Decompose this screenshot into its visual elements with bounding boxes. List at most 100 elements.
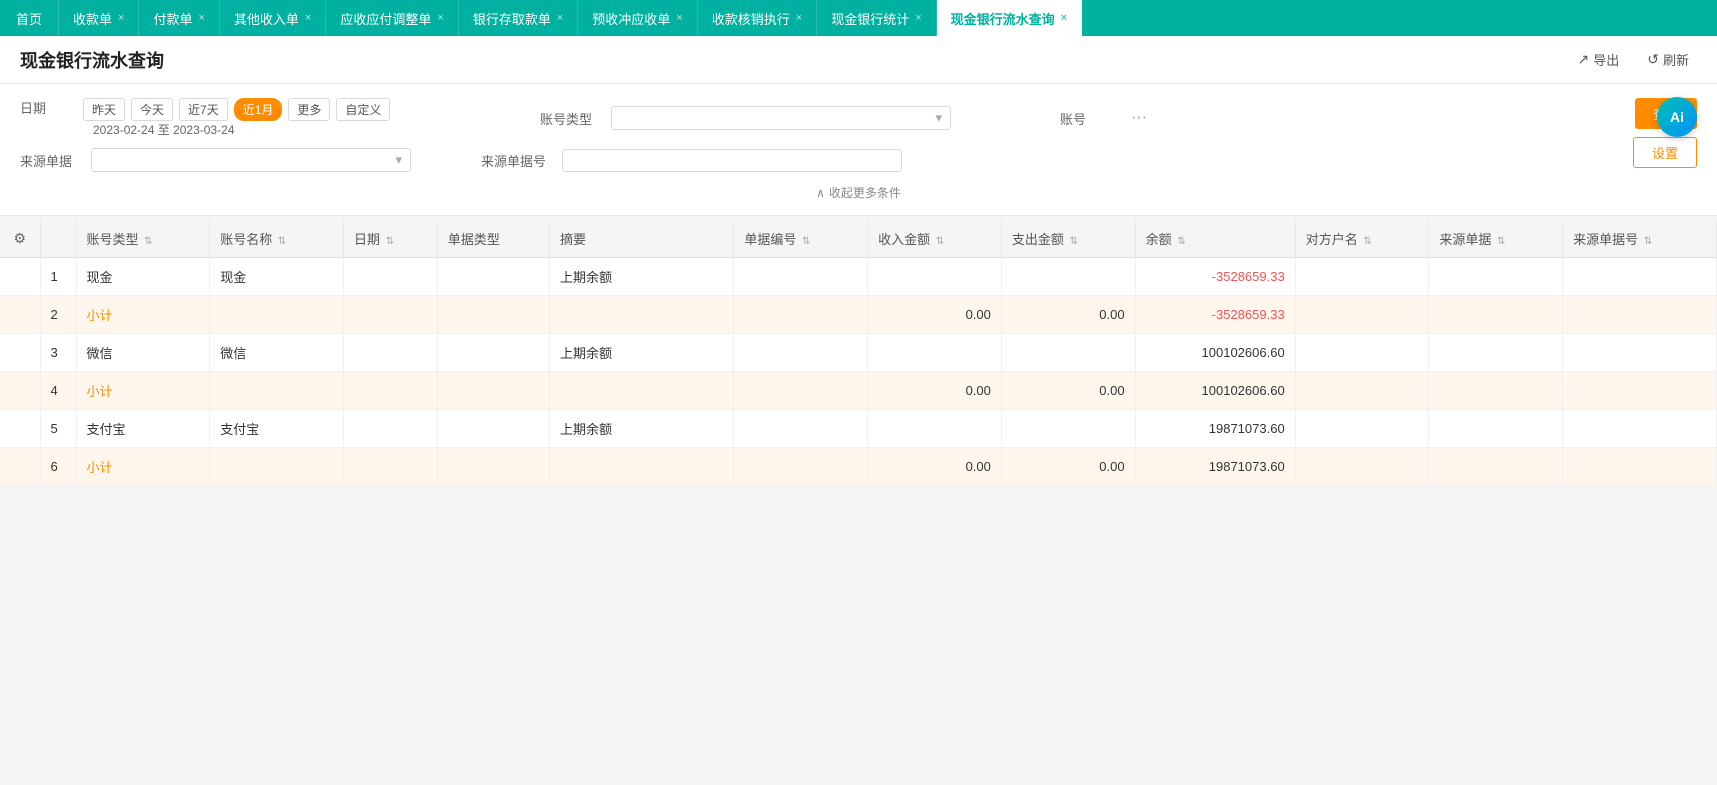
chevron-down-icon-2: ▾ <box>395 152 402 168</box>
table-body: 1 现金 现金 上期余额 -3528659.33 2 小计 0.00 0.00 … <box>0 258 1717 486</box>
table-row: 3 微信 微信 上期余额 100102606.60 <box>0 334 1717 372</box>
sort-icon-expense: ⇅ <box>1070 236 1078 247</box>
table-header-row: ⚙ 账号类型 ⇅ 账号名称 ⇅ 日期 ⇅ 单据类型 摘要 单据编号 ⇅ 收入金额… <box>0 220 1717 258</box>
cell-no: 3 <box>40 334 76 372</box>
table-row: 1 现金 现金 上期余额 -3528659.33 <box>0 258 1717 296</box>
col-income[interactable]: 收入金额 ⇅ <box>868 220 1002 258</box>
nav-item-4[interactable]: 银行存取款单 × <box>459 0 578 36</box>
col-gear[interactable]: ⚙ <box>0 220 40 258</box>
nav-item-3[interactable]: 应收应付调整单 × <box>326 0 458 36</box>
export-button[interactable]: ↗ 导出 <box>1570 46 1628 73</box>
date-today[interactable]: 今天 <box>131 98 173 121</box>
ai-badge[interactable]: Ai <box>1657 97 1697 137</box>
col-expense[interactable]: 支出金额 ⇅ <box>1001 220 1135 258</box>
account-type-select[interactable]: ▾ <box>611 106 951 130</box>
date-7days[interactable]: 近7天 <box>179 98 228 121</box>
col-summary[interactable]: 摘要 <box>549 220 733 258</box>
collapse-bar[interactable]: ∧ 收起更多条件 <box>20 180 1697 209</box>
col-source-doc-no[interactable]: 来源单据号 ⇅ <box>1563 220 1717 258</box>
close-icon-7[interactable]: × <box>915 12 921 24</box>
table-row: 6 小计 0.00 0.00 19871073.60 <box>0 448 1717 486</box>
cell-date <box>343 448 437 486</box>
source-doc-no-input[interactable] <box>562 149 902 172</box>
cell-gear <box>0 372 40 410</box>
cell-source-doc-no <box>1563 448 1717 486</box>
date-1month[interactable]: 近1月 <box>234 98 283 121</box>
cell-income: 0.00 <box>868 296 1002 334</box>
cell-expense: 0.00 <box>1001 448 1135 486</box>
col-doc-no[interactable]: 单据编号 ⇅ <box>734 220 868 258</box>
cell-summary <box>549 296 733 334</box>
date-custom[interactable]: 自定义 <box>336 98 390 121</box>
nav-item-0[interactable]: 收款单 × <box>59 0 139 36</box>
cell-balance: 100102606.60 <box>1135 372 1295 410</box>
cell-account-name: 现金 <box>210 258 344 296</box>
date-yesterday[interactable]: 昨天 <box>83 98 125 121</box>
nav-item-6[interactable]: 收款核销执行 × <box>698 0 817 36</box>
close-icon-8[interactable]: × <box>1061 12 1067 24</box>
sort-icon-source-doc: ⇅ <box>1497 236 1505 247</box>
source-doc-label: 来源单据 <box>20 151 75 170</box>
cell-income: 0.00 <box>868 448 1002 486</box>
col-balance[interactable]: 余额 ⇅ <box>1135 220 1295 258</box>
col-account-name[interactable]: 账号名称 ⇅ <box>210 220 344 258</box>
cell-date <box>343 372 437 410</box>
cell-balance: -3528659.33 <box>1135 258 1295 296</box>
nav-item-8[interactable]: 现金银行流水查询 × <box>937 0 1082 36</box>
col-account-type[interactable]: 账号类型 ⇅ <box>76 220 210 258</box>
date-more[interactable]: 更多 <box>288 98 330 121</box>
table-container: ⚙ 账号类型 ⇅ 账号名称 ⇅ 日期 ⇅ 单据类型 摘要 单据编号 ⇅ 收入金额… <box>0 220 1717 486</box>
nav-home[interactable]: 首页 <box>0 0 59 36</box>
gear-icon: ⚙ <box>13 230 26 246</box>
cell-account-name <box>210 296 344 334</box>
close-icon-5[interactable]: × <box>676 12 682 24</box>
page-title: 现金银行流水查询 <box>20 47 164 73</box>
cell-expense: 0.00 <box>1001 372 1135 410</box>
cell-no: 1 <box>40 258 76 296</box>
collapse-up-icon: ∧ <box>816 186 825 200</box>
col-source-doc[interactable]: 来源单据 ⇅ <box>1429 220 1563 258</box>
close-icon-4[interactable]: × <box>557 12 563 24</box>
cell-balance: 19871073.60 <box>1135 410 1295 448</box>
cell-account-type: 小计 <box>76 448 210 486</box>
cell-balance: 19871073.60 <box>1135 448 1295 486</box>
cell-no: 4 <box>40 372 76 410</box>
table-row: 4 小计 0.00 0.00 100102606.60 <box>0 372 1717 410</box>
source-doc-select[interactable]: ▾ <box>91 148 411 172</box>
col-counterpart[interactable]: 对方户名 ⇅ <box>1295 220 1429 258</box>
close-icon-6[interactable]: × <box>796 12 802 24</box>
cell-doc-type <box>437 372 549 410</box>
close-icon-2[interactable]: × <box>305 12 311 24</box>
sort-icon-account-name: ⇅ <box>278 236 286 247</box>
cell-source-doc-no <box>1563 258 1717 296</box>
cell-summary <box>549 372 733 410</box>
cell-doc-no <box>734 372 868 410</box>
cell-doc-type <box>437 334 549 372</box>
cell-account-name <box>210 372 344 410</box>
cell-account-type: 小计 <box>76 296 210 334</box>
nav-item-2[interactable]: 其他收入单 × <box>220 0 326 36</box>
close-icon-3[interactable]: × <box>437 12 443 24</box>
cell-expense: 0.00 <box>1001 296 1135 334</box>
cell-doc-type <box>437 258 549 296</box>
table-row: 2 小计 0.00 0.00 -3528659.33 <box>0 296 1717 334</box>
col-date[interactable]: 日期 ⇅ <box>343 220 437 258</box>
cell-balance: -3528659.33 <box>1135 296 1295 334</box>
cell-income <box>868 410 1002 448</box>
nav-item-5[interactable]: 预收冲应收单 × <box>578 0 697 36</box>
settings-button[interactable]: 设置 <box>1633 137 1697 168</box>
nav-item-1[interactable]: 付款单 × <box>139 0 219 36</box>
cell-account-name: 支付宝 <box>210 410 344 448</box>
close-icon-0[interactable]: × <box>118 12 124 24</box>
account-ellipsis[interactable]: ··· <box>1131 109 1147 127</box>
sort-icon-counterpart: ⇅ <box>1363 236 1371 247</box>
refresh-button[interactable]: ↺ 刷新 <box>1639 46 1697 73</box>
cell-expense <box>1001 258 1135 296</box>
nav-item-7[interactable]: 现金银行统计 × <box>817 0 936 36</box>
close-icon-1[interactable]: × <box>198 12 204 24</box>
cell-gear <box>0 258 40 296</box>
col-doc-type[interactable]: 单据类型 <box>437 220 549 258</box>
cell-doc-no <box>734 410 868 448</box>
chevron-down-icon: ▾ <box>935 110 942 126</box>
cell-counterpart <box>1295 410 1429 448</box>
